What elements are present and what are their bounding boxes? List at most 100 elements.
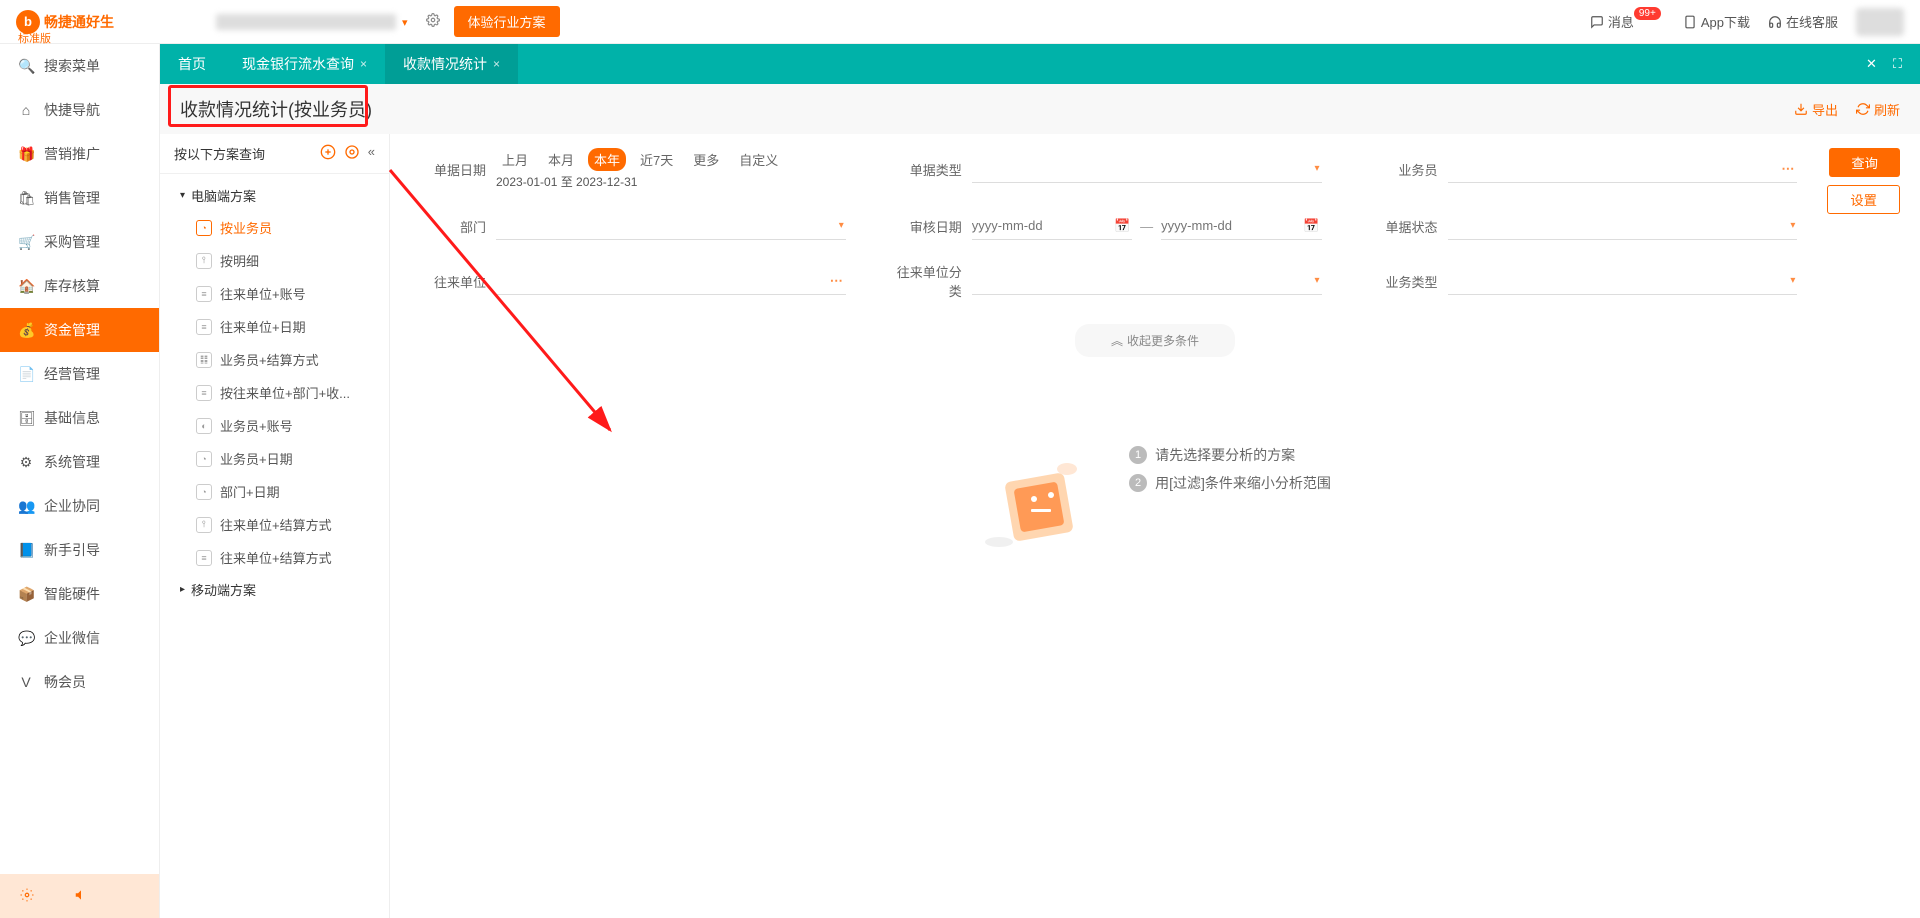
scheme-item[interactable]: ◔部门+日期 [160,475,389,508]
user-avatar[interactable] [1856,8,1904,36]
scheme-settings-icon[interactable] [344,144,360,163]
filter-dept[interactable]: 部门 ▾ [410,212,846,240]
sidebar-item-cart[interactable]: 🛒采购管理 [0,220,159,264]
filter-partner-class[interactable]: 往来单位分类 ▾ [886,262,1322,300]
sidebar-item-gift[interactable]: 🎁营销推广 [0,132,159,176]
filter-salesman[interactable]: 业务员 ⋯ [1362,148,1798,190]
page-title: 收款情况统计(按业务员) [180,96,372,122]
date-seg[interactable]: 自定义 [733,148,784,171]
app-download-link[interactable]: App下载 [1683,12,1750,31]
page-header: 收款情况统计(按业务员) 导出 刷新 [160,84,1920,134]
filter-bill-status[interactable]: 单据状态 ▾ [1362,212,1798,240]
export-button[interactable]: 导出 [1794,100,1838,119]
fullscreen-icon[interactable]: ⛶ [1893,56,1902,72]
sidebar-item-db[interactable]: 🗄基础信息 [0,396,159,440]
page-body: 按以下方案查询 « ▾电脑端方案◔按业务员⫯按明细≡往来单位+账号≡往来单位+日… [160,134,1920,918]
scheme-group[interactable]: ▸移动端方案 [160,574,389,605]
scheme-item-label: 部门+日期 [220,482,280,501]
scheme-item[interactable]: ⫯按明细 [160,244,389,277]
date-seg[interactable]: 本月 [542,148,580,171]
add-scheme-icon[interactable] [320,144,336,163]
sidebar-item-home[interactable]: ⌂快捷导航 [0,88,159,132]
filter-partner[interactable]: 往来单位 ⋯ [410,262,846,300]
scheme-title: 按以下方案查询 [174,144,265,163]
list-icon: ≡ [196,385,212,401]
sidebar-item-search[interactable]: 🔍搜索菜单 [0,44,159,88]
online-service-link[interactable]: 在线客服 [1768,12,1838,31]
scheme-item[interactable]: ䷁业务员+结算方式 [160,343,389,376]
empty-state: 1请先选择要分析的方案 2用[过滤]条件来缩小分析范围 [410,437,1900,557]
filter-bill-date: 单据日期 上月本月本年近7天更多自定义 2023-01-01 至 2023-12… [410,148,846,190]
bag-icon: 🛍 [18,190,34,207]
close-icon[interactable]: × [493,57,500,71]
calendar-icon[interactable]: 📅 [1114,218,1130,234]
partner-input[interactable] [496,273,846,288]
setting-button[interactable]: 设置 [1827,185,1900,214]
filter-biz-type[interactable]: 业务类型 ▾ [1362,262,1798,300]
tab-现金银行流水查询[interactable]: 现金银行流水查询× [224,44,385,84]
scheme-item[interactable]: ◔业务员+日期 [160,442,389,475]
wx-icon: 💬 [18,630,34,647]
date-range-text: 2023-01-01 至 2023-12-31 [496,173,846,190]
scheme-item[interactable]: ≡ 往来单位+结算方式 [160,541,389,574]
partner-class-input[interactable] [972,273,1322,288]
collapse-filters-button[interactable]: ︽收起更多条件 [1075,324,1235,357]
date-seg[interactable]: 本年 [588,148,626,171]
salesman-input[interactable] [1448,161,1798,176]
sidebar-item-house[interactable]: 🏠库存核算 [0,264,159,308]
tab-首页[interactable]: 首页 [160,44,224,84]
sidebar-item-vip[interactable]: V畅会员 [0,660,159,704]
scheme-item-label: 业务员+结算方式 [220,350,319,369]
gear-icon[interactable] [426,13,440,30]
biz-type-input[interactable] [1448,273,1798,288]
sidebar-item-guide[interactable]: 📘新手引导 [0,528,159,572]
scheme-item[interactable]: ⫯往来单位+结算方式 [160,508,389,541]
org-switcher[interactable] [216,14,408,30]
audit-date-from[interactable] [972,218,1132,233]
close-icon[interactable]: × [360,57,367,71]
list-icon: ≡ [196,286,212,302]
scheme-item[interactable]: ≡往来单位+日期 [160,310,389,343]
messages-link[interactable]: 消息 99+ [1590,12,1665,31]
sidebar-item-doc[interactable]: 📄经营管理 [0,352,159,396]
brand-name: 畅捷通好生 [44,12,114,32]
sidebar-item-team[interactable]: 👥企业协同 [0,484,159,528]
filter-bill-type[interactable]: 单据类型 ▾ [886,148,1322,190]
sidebar-item-bag[interactable]: 🛍销售管理 [0,176,159,220]
audit-date-to[interactable] [1161,218,1321,233]
scheme-item[interactable]: ◔按业务员 [160,211,389,244]
scheme-item[interactable]: ◐业务员+账号 [160,409,389,442]
refresh-button[interactable]: 刷新 [1856,100,1900,119]
scheme-item-label: 往来单位+结算方式 [220,515,332,534]
sidebar-item-label: 资金管理 [44,320,100,340]
date-seg[interactable]: 上月 [496,148,534,171]
team-icon: 👥 [18,498,34,515]
clock-icon: ◔ [196,451,212,467]
calendar-icon[interactable]: 📅 [1303,218,1319,234]
sidebar-item-label: 基础信息 [44,408,100,428]
scheme-item[interactable]: ≡按往来单位+部门+收... [160,376,389,409]
close-all-icon[interactable]: ✕ [1866,56,1877,72]
query-button[interactable]: 查询 [1829,148,1900,177]
caret-icon: ▾ [180,190,185,201]
dept-input[interactable] [496,218,846,233]
scheme-item[interactable]: ≡往来单位+账号 [160,277,389,310]
messages-badge: 99+ [1634,7,1661,20]
bill-type-input[interactable] [972,161,1322,176]
list-icon: ≡ [196,550,212,566]
sidebar-item-wx[interactable]: 💬企业微信 [0,616,159,660]
sidebar-item-money[interactable]: 💰资金管理 [0,308,159,352]
date-seg[interactable]: 更多 [687,148,725,171]
scheme-group[interactable]: ▾电脑端方案 [160,180,389,211]
date-seg[interactable]: 近7天 [634,148,679,171]
sidebar-item-sys[interactable]: ⚙系统管理 [0,440,159,484]
gear-icon[interactable] [20,888,34,905]
sound-icon[interactable] [74,888,88,905]
scheme-item-label: 往来单位+结算方式 [220,548,332,567]
sidebar-item-hw[interactable]: 📦智能硬件 [0,572,159,616]
tab-收款情况统计[interactable]: 收款情况统计× [385,44,518,84]
industry-solution-button[interactable]: 体验行业方案 [454,6,560,37]
collapse-scheme-icon[interactable]: « [368,144,375,163]
bill-status-input[interactable] [1448,218,1798,233]
search-icon: 🔍 [18,58,34,75]
